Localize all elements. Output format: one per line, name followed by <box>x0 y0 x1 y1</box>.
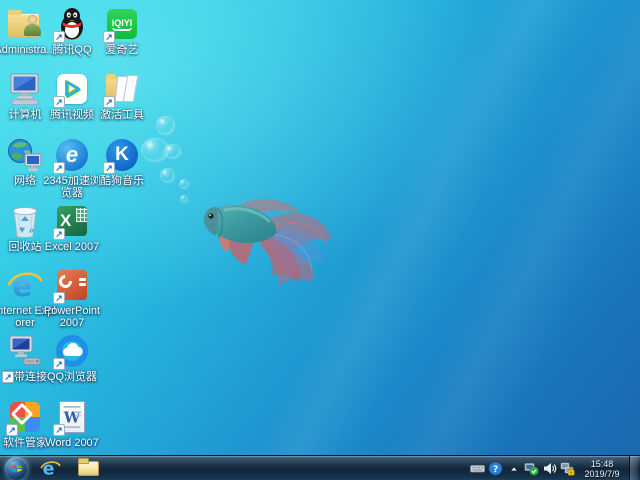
bubble <box>156 116 175 135</box>
qq-browser-icon: ↗ <box>54 333 90 369</box>
shortcut-arrow-icon: ↗ <box>53 358 65 370</box>
word-icon: W ↗ <box>54 399 90 435</box>
powerpoint-icon: ↗ <box>54 267 90 303</box>
desktop-icon-qq-browser[interactable]: ↗ QQ浏览器 <box>47 333 97 383</box>
shortcut-arrow-icon: ↗ <box>53 228 65 240</box>
desktop-icon-tencent-video[interactable]: ↗ 腾讯视频 <box>47 71 97 121</box>
icon-label: 激活工具 <box>91 109 153 121</box>
bubble <box>160 168 175 183</box>
desktop-icon-2345-browser[interactable]: e ↗ 2345加速浏览器 <box>47 137 97 199</box>
svg-text:?: ? <box>493 465 498 475</box>
software-manager-icon: ↗ <box>7 399 43 435</box>
desktop-icon-powerpoint-2007[interactable]: ↗ PowerPoint 2007 <box>47 267 97 329</box>
computer-icon <box>7 71 43 107</box>
windows-logo-icon <box>10 462 23 475</box>
bubble <box>164 144 181 159</box>
icon-label: QQ浏览器 <box>41 371 103 383</box>
desktop-icon-excel-2007[interactable]: X ↗ Excel 2007 <box>47 203 97 253</box>
taskbar: e ? <box>0 455 640 480</box>
internet-explorer-icon: e <box>7 267 43 303</box>
folder-icon <box>78 461 99 476</box>
show-desktop-button[interactable] <box>629 456 638 480</box>
shortcut-arrow-icon: ↗ <box>53 162 65 174</box>
desktop-icon-tencent-qq[interactable]: ↗ 腾讯QQ <box>47 6 97 56</box>
taskbar-windows-explorer[interactable] <box>72 456 104 480</box>
icon-label: PowerPoint 2007 <box>41 305 103 329</box>
shortcut-arrow-icon: ↗ <box>103 162 115 174</box>
tray-date: 2019/7/9 <box>580 469 624 479</box>
volume-icon[interactable] <box>542 461 557 476</box>
system-tray: ? <box>470 456 640 480</box>
desktop-icon-activation-tools[interactable]: ↗ 激活工具 <box>97 71 147 121</box>
input-device-icon[interactable] <box>470 461 485 476</box>
icon-label: Word 2007 <box>41 437 103 449</box>
icon-label: Excel 2007 <box>41 241 103 253</box>
open-folder-icon: ↗ <box>104 71 140 107</box>
icon-label: 爱奇艺 <box>91 44 153 56</box>
shortcut-arrow-icon: ↗ <box>6 424 18 436</box>
tray-time: 15:48 <box>580 459 624 469</box>
desktop-icon-word-2007[interactable]: W ↗ Word 2007 <box>47 399 97 449</box>
help-icon[interactable]: ? <box>488 461 503 476</box>
shortcut-arrow-icon: ↗ <box>53 96 65 108</box>
shortcut-arrow-icon: ↗ <box>53 292 65 304</box>
shortcut-arrow-icon: ↗ <box>53 424 65 436</box>
show-hidden-icons-button[interactable] <box>506 461 521 476</box>
safety-status-icon[interactable] <box>524 461 539 476</box>
qq-penguin-icon: ↗ <box>54 6 90 42</box>
icon-label: 酷狗音乐 <box>91 175 153 187</box>
tencent-video-icon: ↗ <box>54 71 90 107</box>
shortcut-arrow-icon: ↗ <box>2 371 14 383</box>
start-button[interactable] <box>5 457 28 480</box>
desktop[interactable]: Administra... 计算机 <box>0 0 640 480</box>
taskbar-internet-explorer[interactable]: e <box>34 456 66 480</box>
excel-icon: X ↗ <box>54 203 90 239</box>
bubble <box>179 179 189 189</box>
internet-explorer-icon: e <box>40 458 61 479</box>
bubble <box>180 195 188 203</box>
user-folder-icon <box>7 6 43 42</box>
network-warning-icon[interactable] <box>560 461 575 476</box>
betta-fish-graphic <box>198 186 340 294</box>
desktop-icon-kugou-music[interactable]: K ↗ 酷狗音乐 <box>97 137 147 187</box>
network-globe-icon <box>7 137 43 173</box>
shortcut-arrow-icon: ↗ <box>103 96 115 108</box>
2345-browser-icon: e ↗ <box>54 137 90 173</box>
iqiyi-icon: iQIYI ↗ <box>104 6 140 42</box>
shortcut-arrow-icon: ↗ <box>53 31 65 43</box>
tray-clock[interactable]: 15:48 2019/7/9 <box>580 459 624 479</box>
desktop-icon-iqiyi[interactable]: iQIYI ↗ 爱奇艺 <box>97 6 147 56</box>
recycle-bin-icon <box>7 203 43 239</box>
broadband-connection-icon <box>7 333 43 369</box>
kugou-music-icon: K ↗ <box>104 137 140 173</box>
shortcut-arrow-icon: ↗ <box>103 31 115 43</box>
